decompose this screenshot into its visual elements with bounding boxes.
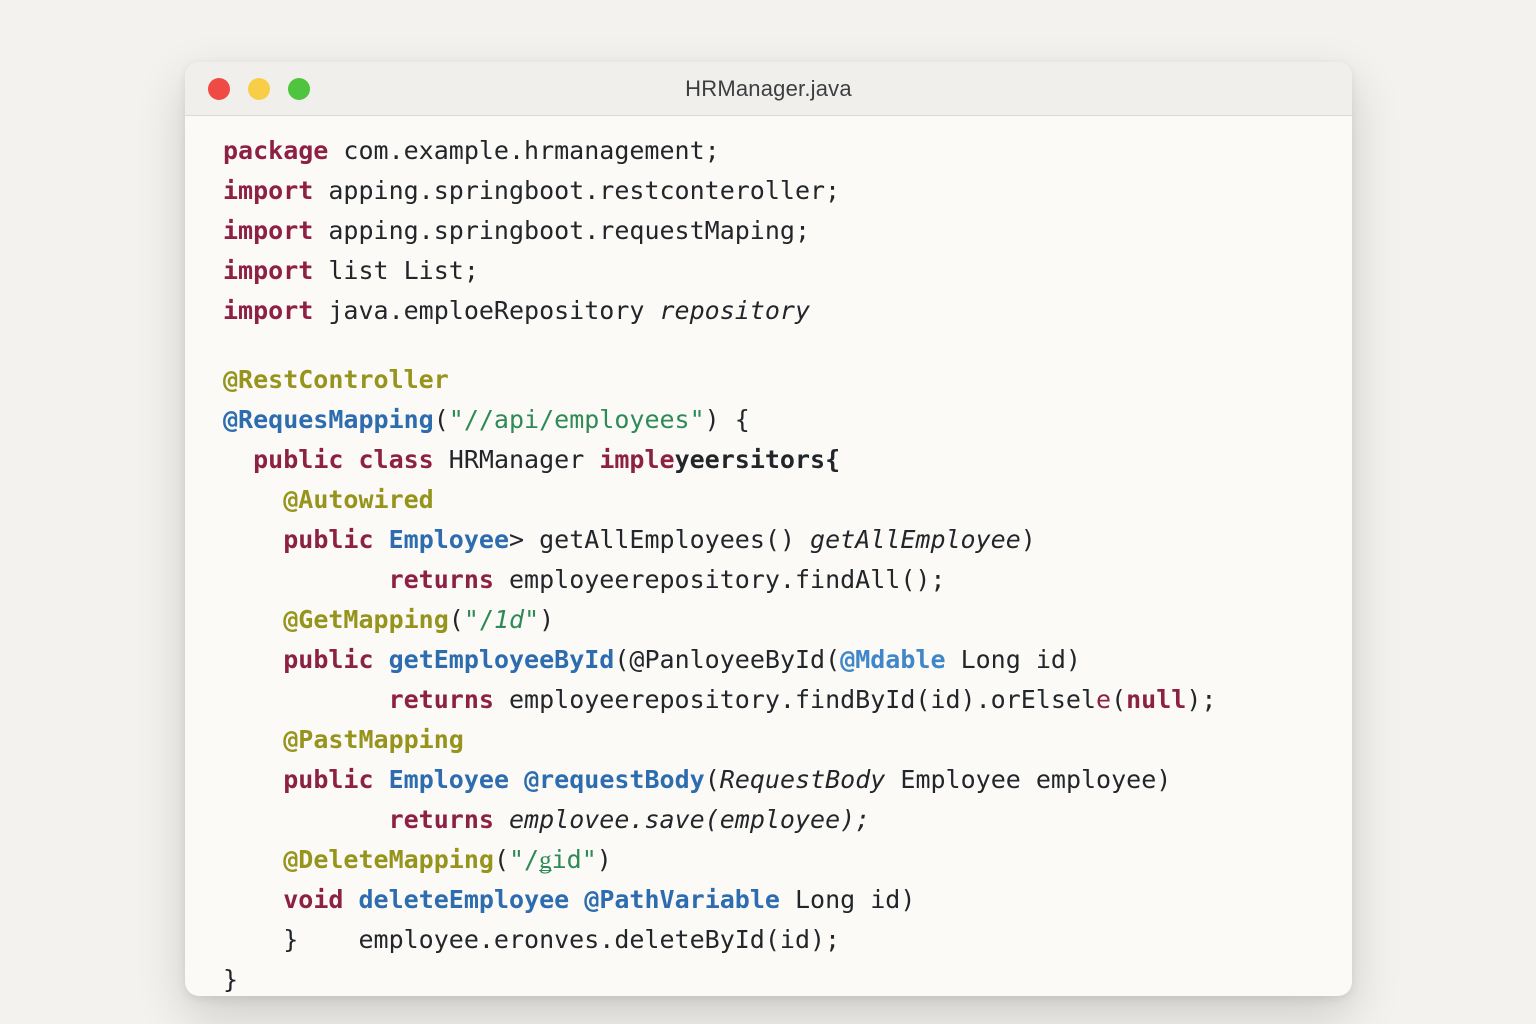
- code-line: returns emplovee.save(employee);: [388, 805, 871, 834]
- code-line: @RequesMapping("//api/employees") {: [223, 405, 750, 434]
- code-line: void deleteEmployee @PathVariable Long i…: [283, 885, 916, 914]
- close-button[interactable]: [208, 77, 230, 100]
- code-editor[interactable]: package com.example.hrmanagement; import …: [185, 116, 1352, 1000]
- code-line: @GetMapping("/1d"): [283, 605, 555, 634]
- code-line: @RestController: [223, 365, 449, 394]
- traffic-lights: [208, 62, 310, 115]
- code-line: import java.emploeRepository repository: [223, 296, 811, 325]
- code-line: public getEmployeeById(@PanloyeeById(@Md…: [283, 645, 1081, 674]
- code-line: @Autowired: [283, 485, 434, 514]
- code-line: import apping.springboot.restconteroller…: [223, 176, 841, 205]
- code-line: import apping.springboot.requestMaping;: [223, 216, 811, 245]
- code-line: returns employeerepository.findById(id).…: [388, 685, 1217, 714]
- window-title: HRManager.java: [685, 75, 852, 101]
- editor-window: HRManager.java package com.example.hrman…: [185, 62, 1352, 996]
- code-line: } employee.eronves.deleteById(id);: [223, 925, 841, 954]
- code-line: @DeleteMapping("/ǥid"): [283, 845, 612, 874]
- window-titlebar[interactable]: HRManager.java: [185, 62, 1352, 116]
- code-line: public Employee @requestBody(RequestBody…: [283, 765, 1172, 794]
- code-line: public Employee> getAllEmployees() getAl…: [283, 525, 1036, 554]
- code-line: public class HRManager impleyeersitors{: [253, 445, 841, 474]
- zoom-button[interactable]: [288, 77, 310, 100]
- code-line: }: [223, 965, 239, 994]
- code-line: @PastMapping: [283, 725, 464, 754]
- minimize-button[interactable]: [248, 77, 270, 100]
- code-line: returns employeerepository.findAll();: [388, 565, 946, 594]
- code-line: package com.example.hrmanagement;: [223, 136, 720, 165]
- code-line: import list List;: [223, 256, 479, 285]
